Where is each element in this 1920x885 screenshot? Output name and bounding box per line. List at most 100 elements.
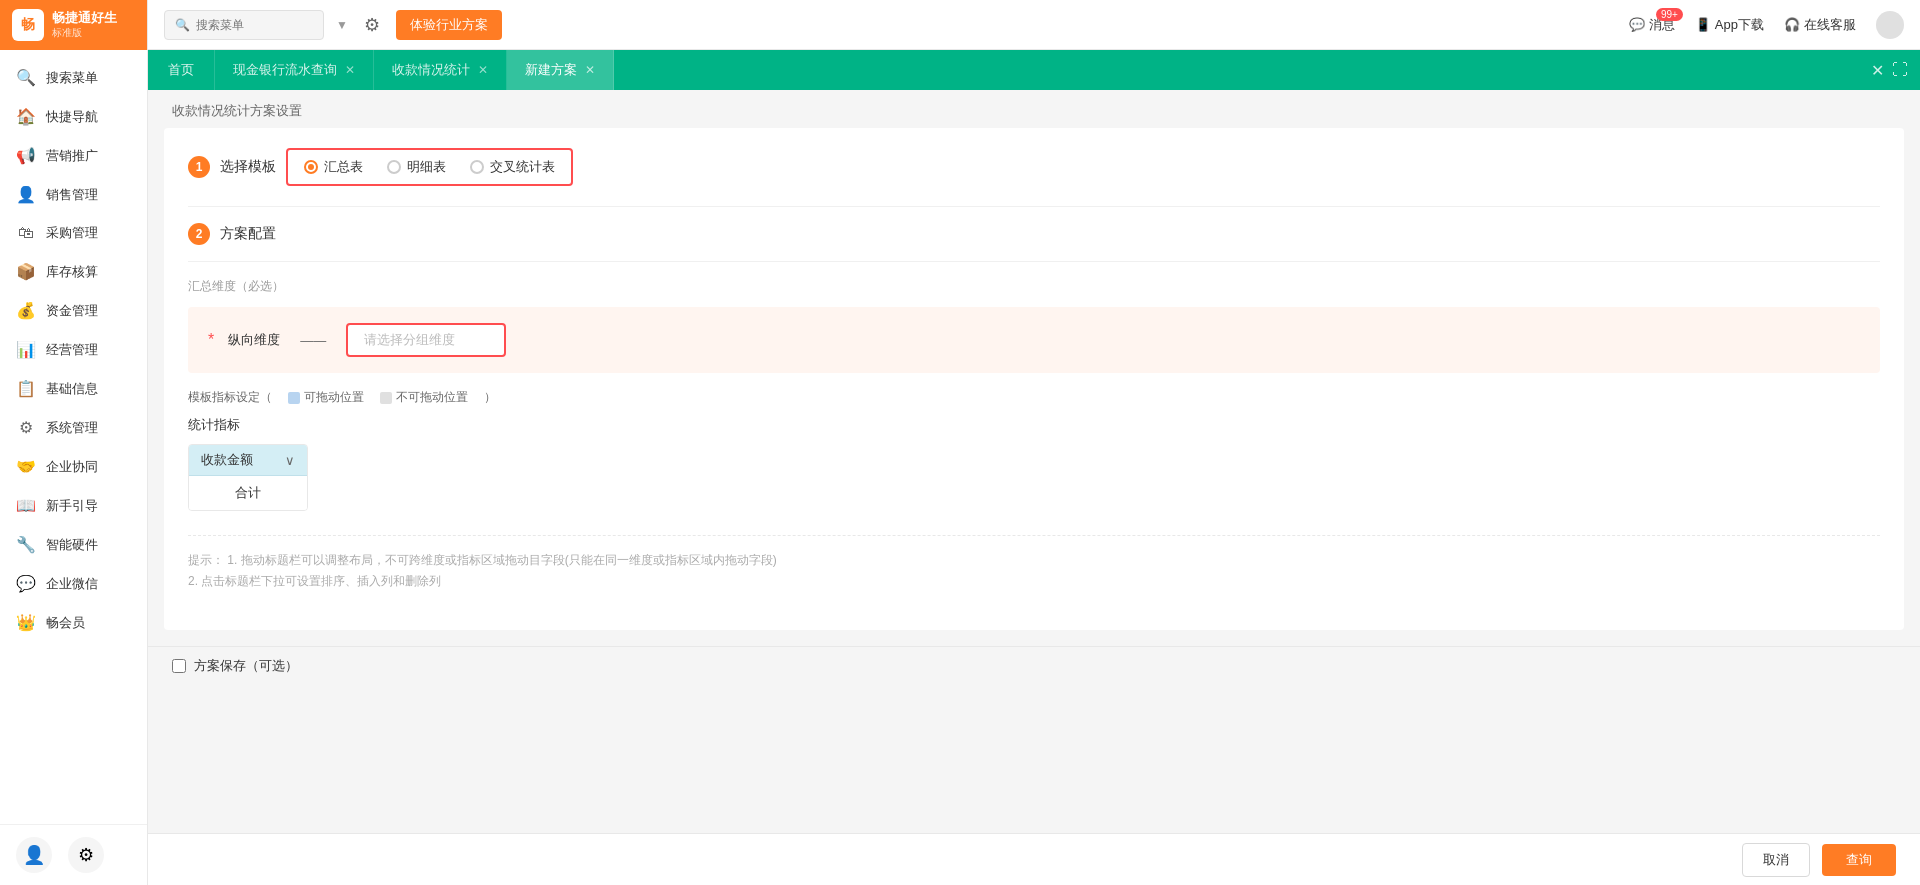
sidebar-item-2[interactable]: 📢营销推广: [0, 136, 147, 175]
legend-draggable-label: 可拖动位置: [304, 389, 364, 406]
search-chevron-icon[interactable]: ▼: [336, 18, 348, 32]
trial-button[interactable]: 体验行业方案: [396, 10, 502, 40]
section-divider: [188, 206, 1880, 207]
notify-button[interactable]: 💬 消息 99+: [1629, 16, 1675, 34]
legend-draggable-dot: [288, 392, 300, 404]
cancel-button[interactable]: 取消: [1742, 843, 1810, 877]
save-plan-checkbox[interactable]: [172, 659, 186, 673]
download-button[interactable]: 📱 App下载: [1695, 16, 1764, 34]
sidebar-label-12: 智能硬件: [46, 536, 98, 554]
service-button[interactable]: 🎧 在线客服: [1784, 16, 1856, 34]
tab-revenue-stats[interactable]: 收款情况统计 ✕: [374, 50, 507, 90]
sidebar-icon-3: 👤: [16, 185, 36, 204]
config-label: 汇总维度（必选）: [188, 278, 1880, 295]
query-button[interactable]: 查询: [1822, 844, 1896, 876]
metrics-card-header[interactable]: 收款金额 ∨: [189, 445, 307, 476]
sidebar-item-9[interactable]: ⚙系统管理: [0, 408, 147, 447]
radio-detail[interactable]: 明细表: [387, 158, 446, 176]
sidebar: 畅 畅捷通好生 标准版 🔍搜索菜单🏠快捷导航📢营销推广👤销售管理🛍采购管理📦库存…: [0, 0, 148, 885]
sidebar-icon-13: 💬: [16, 574, 36, 593]
metrics-card-title: 收款金额: [201, 451, 253, 469]
sidebar-item-5[interactable]: 📦 库存核算: [0, 252, 147, 291]
sidebar-item-3[interactable]: 👤销售管理: [0, 175, 147, 214]
tab-cash-flow-close-icon[interactable]: ✕: [345, 63, 355, 77]
tab-new-plan-label: 新建方案: [525, 61, 577, 79]
radio-detail-input[interactable]: [387, 160, 401, 174]
sidebar-item-11[interactable]: 📖新手引导: [0, 486, 147, 525]
user-avatar[interactable]: [1876, 11, 1904, 39]
sidebar-item-13[interactable]: 💬企业微信: [0, 564, 147, 603]
tab-new-plan-close-icon[interactable]: ✕: [585, 63, 595, 77]
sidebar-label-8: 基础信息: [46, 380, 98, 398]
sidebar-icon-7: 📊: [16, 340, 36, 359]
tabbar-right-controls: ✕ ⛶: [1859, 50, 1920, 90]
service-icon: 🎧: [1784, 17, 1800, 32]
tab-cash-flow[interactable]: 现金银行流水查询 ✕: [215, 50, 374, 90]
notify-badge: 99+: [1656, 8, 1683, 21]
step2-title: 方案配置: [220, 225, 276, 243]
sidebar-label-7: 经营管理: [46, 341, 98, 359]
sidebar-item-1[interactable]: 🏠快捷导航: [0, 97, 147, 136]
sidebar-label-6: 资金管理: [46, 302, 98, 320]
dimension-placeholder: 请选择分组维度: [364, 332, 455, 347]
metrics-card-total: 合计: [235, 485, 261, 500]
metrics-card-chevron[interactable]: ∨: [285, 453, 295, 468]
stats-indicator-label: 统计指标: [188, 416, 1880, 434]
sidebar-item-4[interactable]: 🛍采购管理: [0, 214, 147, 252]
search-input[interactable]: [196, 18, 316, 32]
tab-new-plan[interactable]: 新建方案 ✕: [507, 50, 614, 90]
dimension-arrow-icon: ——: [300, 333, 326, 348]
step1-section: 1 选择模板 汇总表 明细表: [188, 148, 1880, 186]
tabbar-close-icon[interactable]: ✕: [1871, 61, 1884, 80]
main-area: 🔍 ▼ ⚙ 体验行业方案 💬 消息 99+ 📱 App下载 🎧 在线客服 首: [148, 0, 1920, 885]
settings-icon[interactable]: ⚙: [360, 10, 384, 40]
logo-icon: 畅: [12, 9, 44, 41]
sidebar-item-0[interactable]: 🔍 搜索菜单: [0, 58, 147, 97]
metrics-header: 模板指标设定（ 可拖动位置 不可拖动位置 ）: [188, 389, 1880, 406]
radio-cross-input[interactable]: [470, 160, 484, 174]
topbar: 🔍 ▼ ⚙ 体验行业方案 💬 消息 99+ 📱 App下载 🎧 在线客服: [148, 0, 1920, 50]
sidebar-bottom: 👤 ⚙: [0, 824, 147, 885]
sidebar-item-10[interactable]: 🤝企业协同: [0, 447, 147, 486]
sidebar-icon-8: 📋: [16, 379, 36, 398]
step2-header: 2 方案配置: [188, 223, 1880, 245]
sidebar-icon-0: 🔍: [16, 68, 36, 87]
download-label: App下载: [1715, 16, 1764, 34]
step1-header: 1 选择模板 汇总表 明细表: [188, 148, 1880, 186]
hint-area: 提示： 1. 拖动标题栏可以调整布局，不可跨维度或指标区域拖动目字段(只能在同一…: [188, 535, 1880, 590]
sidebar-label-1: 快捷导航: [46, 108, 98, 126]
action-bar: 取消 查询: [148, 833, 1920, 885]
search-box: 🔍: [164, 10, 324, 40]
metrics-setting-label: 模板指标设定（: [188, 389, 272, 406]
sidebar-bottom-icon-1[interactable]: 👤: [16, 837, 52, 873]
tab-revenue-stats-label: 收款情况统计: [392, 61, 470, 79]
tab-home[interactable]: 首页: [148, 50, 215, 90]
page-content: 收款情况统计方案设置 1 选择模板 汇总表: [148, 90, 1920, 833]
radio-summary[interactable]: 汇总表: [304, 158, 363, 176]
sidebar-item-12[interactable]: 🔧智能硬件: [0, 525, 147, 564]
tab-cash-flow-label: 现金银行流水查询: [233, 61, 337, 79]
sidebar-icon-4: 🛍: [16, 224, 36, 242]
sidebar-label-0: 搜索菜单: [46, 69, 98, 87]
sidebar-label-5: 库存核算: [46, 263, 98, 281]
sidebar-item-7[interactable]: 📊 经营管理: [0, 330, 147, 369]
required-mark: *: [208, 331, 214, 349]
metrics-card-body: 合计: [189, 476, 307, 510]
tab-revenue-stats-close-icon[interactable]: ✕: [478, 63, 488, 77]
dimension-selector[interactable]: 请选择分组维度: [346, 323, 506, 357]
sidebar-bottom-icon-2[interactable]: ⚙: [68, 837, 104, 873]
sidebar-icon-2: 📢: [16, 146, 36, 165]
breadcrumb: 收款情况统计方案设置: [172, 103, 302, 118]
sidebar-label-9: 系统管理: [46, 419, 98, 437]
sidebar-icon-5: 📦: [16, 262, 36, 281]
sidebar-item-8[interactable]: 📋 基础信息: [0, 369, 147, 408]
legend-non-draggable: 不可拖动位置: [380, 389, 468, 406]
legend-close-paren: ）: [484, 389, 496, 406]
search-icon: 🔍: [175, 18, 190, 32]
sidebar-item-6[interactable]: 💰资金管理: [0, 291, 147, 330]
radio-summary-input[interactable]: [304, 160, 318, 174]
radio-cross[interactable]: 交叉统计表: [470, 158, 555, 176]
download-icon: 📱: [1695, 17, 1711, 32]
tabbar-expand-icon[interactable]: ⛶: [1892, 61, 1908, 79]
sidebar-item-14[interactable]: 👑畅会员: [0, 603, 147, 642]
